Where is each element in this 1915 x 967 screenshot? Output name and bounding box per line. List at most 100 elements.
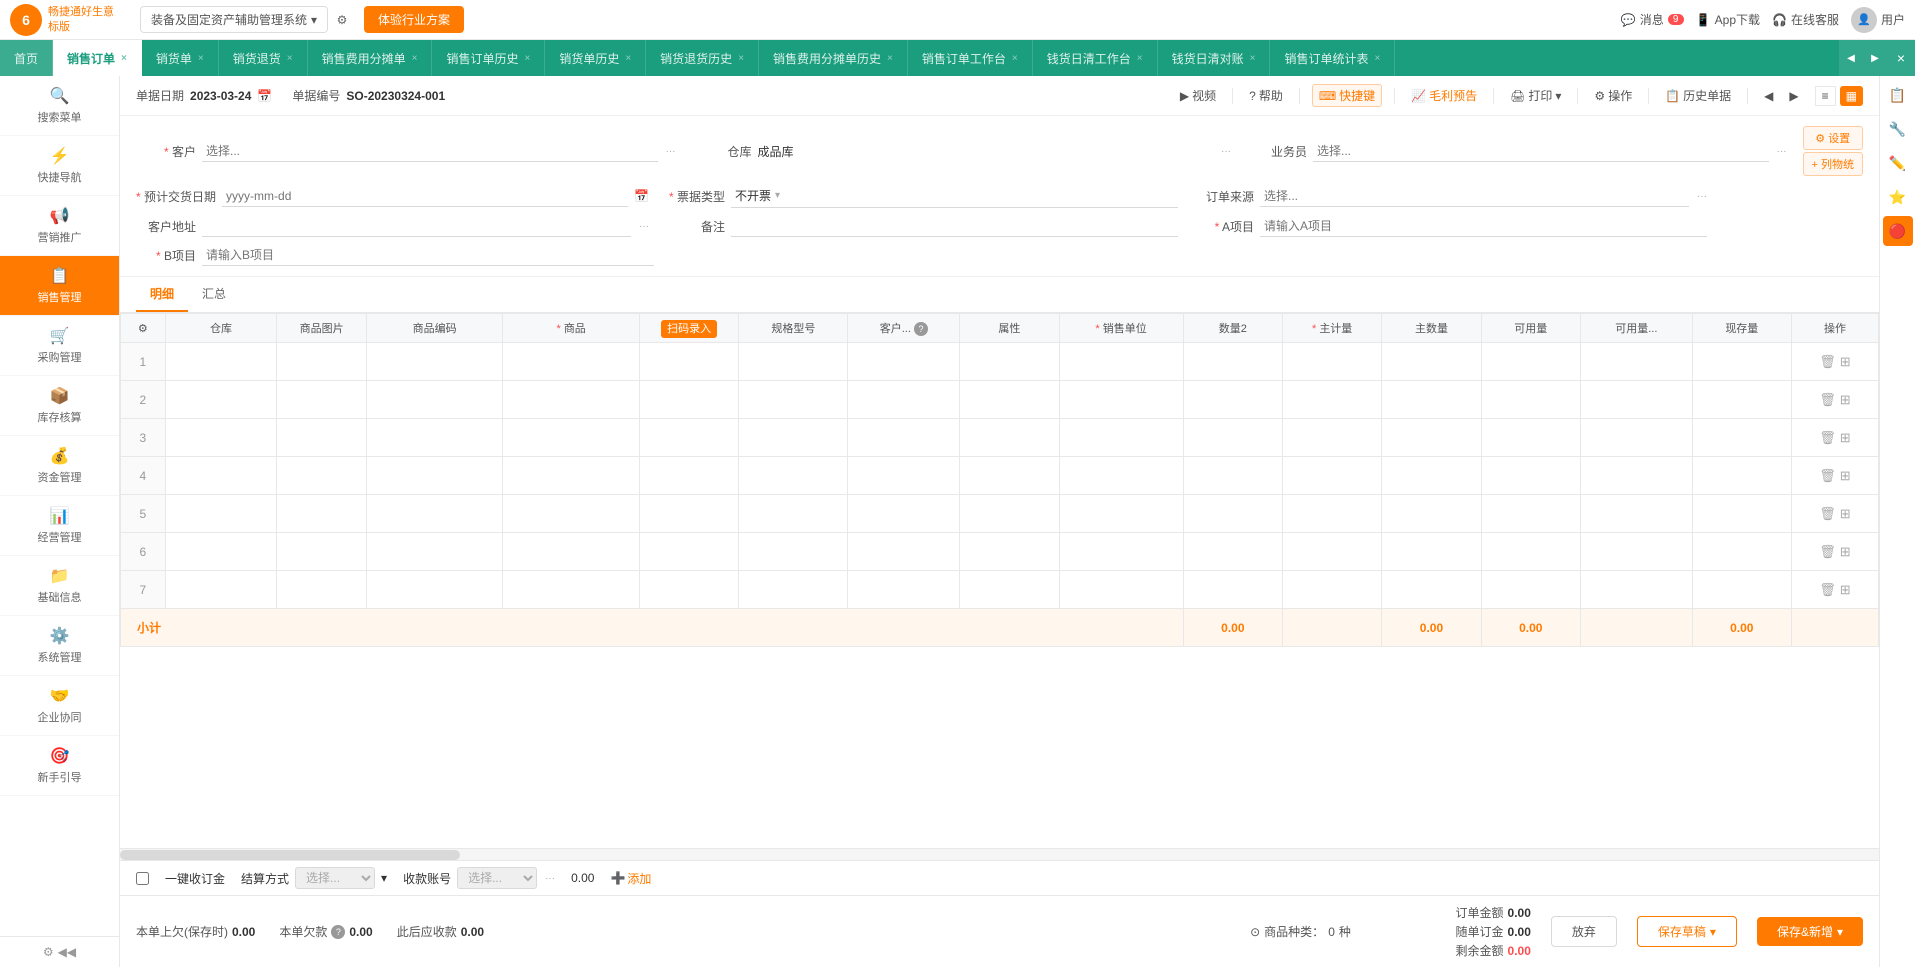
calendar-icon[interactable]: 📅 bbox=[257, 89, 272, 103]
close-icon[interactable]: × bbox=[1012, 53, 1018, 64]
sidebar-item-collab[interactable]: 🤝 企业协同 bbox=[0, 676, 119, 736]
cell-main-unit[interactable] bbox=[1282, 457, 1381, 495]
close-icon[interactable]: × bbox=[625, 53, 631, 64]
nav-right-arrow[interactable]: ▶ bbox=[1863, 40, 1887, 76]
tab-sales-order[interactable]: 销售订单 × bbox=[53, 40, 142, 76]
cell-code[interactable] bbox=[366, 381, 503, 419]
online-service-button[interactable]: 🎧 在线客服 bbox=[1772, 11, 1839, 28]
right-panel-star[interactable]: ⭐ bbox=[1883, 182, 1913, 212]
copy-row-icon[interactable]: ⊞ bbox=[1840, 430, 1851, 446]
cell-product[interactable] bbox=[503, 457, 640, 495]
cell-available[interactable] bbox=[1481, 381, 1580, 419]
tab-daily-workbench[interactable]: 钱货日清工作台 × bbox=[1033, 40, 1158, 76]
tab-expense-history[interactable]: 销售费用分摊单历史 × bbox=[759, 40, 908, 76]
cell-unit[interactable] bbox=[1059, 533, 1183, 571]
cell-available2[interactable] bbox=[1580, 571, 1692, 609]
tab-return-history[interactable]: 销货退货历史 × bbox=[646, 40, 759, 76]
sidebar-toggle[interactable]: ⚙ ◀◀ bbox=[0, 936, 119, 967]
cell-stock[interactable] bbox=[1692, 457, 1791, 495]
cell-available2[interactable] bbox=[1580, 495, 1692, 533]
right-panel-tools[interactable]: 🔧 bbox=[1883, 114, 1913, 144]
cell-warehouse[interactable] bbox=[165, 419, 277, 457]
tab-detail[interactable]: 明细 bbox=[136, 277, 188, 312]
operation-btn[interactable]: ⚙ 操作 bbox=[1590, 85, 1636, 106]
delete-row-icon[interactable]: 🗑 bbox=[1819, 430, 1836, 446]
cell-main-unit[interactable] bbox=[1282, 495, 1381, 533]
save-new-button[interactable]: 保存&新增 ▾ bbox=[1757, 917, 1863, 946]
horizontal-scrollbar[interactable] bbox=[120, 848, 1879, 860]
next-record[interactable]: ▶ bbox=[1785, 87, 1802, 105]
cell-customer[interactable] bbox=[848, 571, 960, 609]
cell-code[interactable] bbox=[366, 343, 503, 381]
cell-customer[interactable] bbox=[848, 495, 960, 533]
history-btn[interactable]: 📋 历史单据 bbox=[1661, 85, 1735, 106]
staff-input[interactable] bbox=[1313, 141, 1769, 162]
info-icon[interactable]: ? bbox=[914, 322, 928, 336]
copy-row-icon[interactable]: ⊞ bbox=[1840, 544, 1851, 560]
close-icon[interactable]: × bbox=[198, 53, 204, 64]
print-btn[interactable]: 🖨 打印 ▾ bbox=[1506, 85, 1565, 106]
cell-unit[interactable] bbox=[1059, 495, 1183, 533]
cell-warehouse[interactable] bbox=[165, 571, 277, 609]
cell-unit[interactable] bbox=[1059, 571, 1183, 609]
tab-daily-account[interactable]: 钱货日清对账 × bbox=[1158, 40, 1271, 76]
cell-available[interactable] bbox=[1481, 343, 1580, 381]
cell-stock[interactable] bbox=[1692, 343, 1791, 381]
discard-button[interactable]: 放弃 bbox=[1551, 916, 1617, 947]
ticket-select[interactable]: 不开票 ▾ bbox=[731, 184, 1178, 208]
tab-order-stats[interactable]: 销售订单统计表 × bbox=[1270, 40, 1395, 76]
add-payment-btn[interactable]: ➕ 添加 bbox=[610, 870, 651, 887]
sidebar-item-purchase[interactable]: 🛒 采购管理 bbox=[0, 316, 119, 376]
cell-spec[interactable] bbox=[739, 457, 848, 495]
cell-product[interactable] bbox=[503, 533, 640, 571]
sidebar-item-finance[interactable]: 💰 资金管理 bbox=[0, 436, 119, 496]
add-col-btn[interactable]: + 列物统 bbox=[1803, 152, 1863, 176]
cell-main-unit[interactable] bbox=[1282, 571, 1381, 609]
cell-qty2[interactable] bbox=[1183, 419, 1282, 457]
cell-main-unit[interactable] bbox=[1282, 533, 1381, 571]
tab-expense-split[interactable]: 销售费用分摊单 × bbox=[308, 40, 433, 76]
cell-stock[interactable] bbox=[1692, 381, 1791, 419]
tab-home[interactable]: 首页 bbox=[0, 40, 53, 76]
cell-attr[interactable] bbox=[960, 381, 1059, 419]
delete-row-icon[interactable]: 🗑 bbox=[1819, 392, 1836, 408]
delete-row-icon[interactable]: 🗑 bbox=[1819, 544, 1836, 560]
cell-qty2[interactable] bbox=[1183, 381, 1282, 419]
tab-invoice-history[interactable]: 销货单历史 × bbox=[545, 40, 646, 76]
sidebar-item-guide[interactable]: 🎯 新手引导 bbox=[0, 736, 119, 796]
close-icon[interactable]: × bbox=[412, 53, 418, 64]
order-source-input[interactable] bbox=[1260, 186, 1689, 207]
cell-product[interactable] bbox=[503, 343, 640, 381]
save-draft-button[interactable]: 保存草稿 ▾ bbox=[1637, 916, 1737, 947]
cell-warehouse[interactable] bbox=[165, 381, 277, 419]
copy-row-icon[interactable]: ⊞ bbox=[1840, 354, 1851, 370]
more-dots-icon[interactable]: ··· bbox=[1697, 191, 1707, 202]
cell-main-unit[interactable] bbox=[1282, 419, 1381, 457]
cell-qty2[interactable] bbox=[1183, 571, 1282, 609]
delete-row-icon[interactable]: 🗑 bbox=[1819, 354, 1836, 370]
settlement-select[interactable]: 选择... bbox=[295, 867, 375, 889]
more-dots-icon[interactable]: ··· bbox=[666, 146, 676, 157]
more-dots-icon[interactable]: ··· bbox=[545, 873, 555, 884]
tab-order-history[interactable]: 销售订单历史 × bbox=[432, 40, 545, 76]
copy-row-icon[interactable]: ⊞ bbox=[1840, 468, 1851, 484]
cell-main-qty[interactable] bbox=[1382, 495, 1481, 533]
cell-warehouse[interactable] bbox=[165, 533, 277, 571]
cell-code[interactable] bbox=[366, 533, 503, 571]
b-project-input[interactable] bbox=[202, 245, 654, 266]
cell-attr[interactable] bbox=[960, 571, 1059, 609]
cell-spec[interactable] bbox=[739, 533, 848, 571]
app-download-button[interactable]: 📱 App下载 bbox=[1696, 11, 1760, 28]
tab-order-workbench[interactable]: 销售订单工作台 × bbox=[908, 40, 1033, 76]
cell-main-qty[interactable] bbox=[1382, 419, 1481, 457]
cell-unit[interactable] bbox=[1059, 381, 1183, 419]
sidebar-item-basic-info[interactable]: 📁 基础信息 bbox=[0, 556, 119, 616]
cell-unit[interactable] bbox=[1059, 419, 1183, 457]
cell-available2[interactable] bbox=[1580, 457, 1692, 495]
cell-warehouse[interactable] bbox=[165, 457, 277, 495]
app-selector[interactable]: 装备及固定资产辅助管理系统 ▾ bbox=[140, 6, 328, 33]
more-dots-icon[interactable]: ··· bbox=[639, 221, 649, 232]
right-panel-alert[interactable]: 🔴 bbox=[1883, 216, 1913, 246]
cell-available[interactable] bbox=[1481, 571, 1580, 609]
cell-stock[interactable] bbox=[1692, 571, 1791, 609]
